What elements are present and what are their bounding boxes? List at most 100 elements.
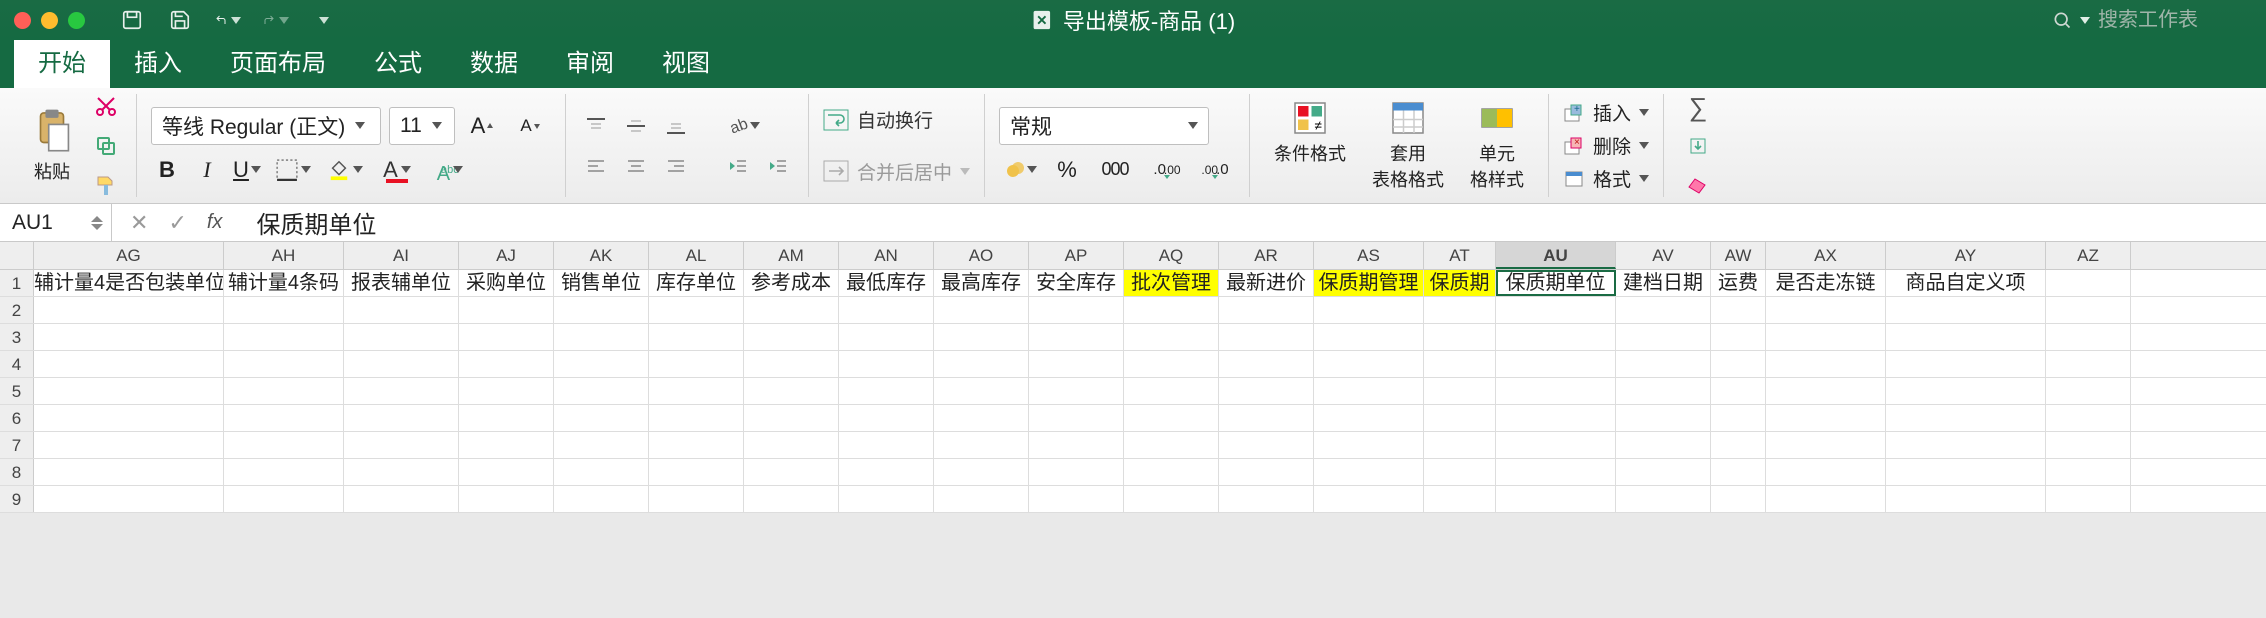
- cell-AS5[interactable]: [1314, 378, 1424, 404]
- cell-AP1[interactable]: 安全库存: [1029, 270, 1124, 296]
- row-header-2[interactable]: 2: [0, 297, 34, 323]
- cell-AH9[interactable]: [224, 486, 344, 512]
- cell-AM7[interactable]: [744, 432, 839, 458]
- cell-AU4[interactable]: [1496, 351, 1616, 377]
- column-header-AV[interactable]: AV: [1616, 242, 1711, 269]
- cell-AN1[interactable]: 最低库存: [839, 270, 934, 296]
- cell-AS1[interactable]: 保质期管理: [1314, 270, 1424, 296]
- cell-AK5[interactable]: [554, 378, 649, 404]
- number-format-selector[interactable]: 常规: [999, 107, 1209, 145]
- cell-AV7[interactable]: [1616, 432, 1711, 458]
- cell-AK4[interactable]: [554, 351, 649, 377]
- cell-AS3[interactable]: [1314, 324, 1424, 350]
- cell-AR3[interactable]: [1219, 324, 1314, 350]
- column-header-AN[interactable]: AN: [839, 242, 934, 269]
- search-sheet[interactable]: [2052, 9, 2248, 32]
- align-right-button[interactable]: [660, 151, 692, 181]
- cell-AY8[interactable]: [1886, 459, 2046, 485]
- column-header-AX[interactable]: AX: [1766, 242, 1886, 269]
- tab-data[interactable]: 数据: [446, 33, 542, 88]
- cell-AV4[interactable]: [1616, 351, 1711, 377]
- cell-AH2[interactable]: [224, 297, 344, 323]
- cell-AN4[interactable]: [839, 351, 934, 377]
- fill-color-button[interactable]: [323, 155, 367, 185]
- font-selector[interactable]: 等线 Regular (正文): [151, 107, 381, 145]
- select-all-corner[interactable]: [0, 242, 34, 269]
- clear-button[interactable]: [1682, 169, 1714, 199]
- cell-AQ6[interactable]: [1124, 405, 1219, 431]
- column-header-AQ[interactable]: AQ: [1124, 242, 1219, 269]
- column-header-AW[interactable]: AW: [1711, 242, 1766, 269]
- fullscreen-window-button[interactable]: [68, 12, 85, 29]
- cell-AG2[interactable]: [34, 297, 224, 323]
- conditional-format-button[interactable]: ≠ 条件格式: [1264, 100, 1356, 192]
- cell-AL3[interactable]: [649, 324, 744, 350]
- cell-AM2[interactable]: [744, 297, 839, 323]
- column-header-AM[interactable]: AM: [744, 242, 839, 269]
- cell-AL6[interactable]: [649, 405, 744, 431]
- cell-AY4[interactable]: [1886, 351, 2046, 377]
- cell-AI1[interactable]: 报表辅单位: [344, 270, 459, 296]
- cell-AX5[interactable]: [1766, 378, 1886, 404]
- cell-AP9[interactable]: [1029, 486, 1124, 512]
- cell-AV1[interactable]: 建档日期: [1616, 270, 1711, 296]
- cell-AU6[interactable]: [1496, 405, 1616, 431]
- column-header-AL[interactable]: AL: [649, 242, 744, 269]
- cell-AS9[interactable]: [1314, 486, 1424, 512]
- border-button[interactable]: [271, 155, 315, 185]
- save-icon[interactable]: [167, 7, 193, 33]
- cell-AG5[interactable]: [34, 378, 224, 404]
- column-header-AR[interactable]: AR: [1219, 242, 1314, 269]
- cell-AO5[interactable]: [934, 378, 1029, 404]
- row-header-4[interactable]: 4: [0, 351, 34, 377]
- cell-AG3[interactable]: [34, 324, 224, 350]
- fx-icon[interactable]: fx: [207, 211, 223, 234]
- cell-AV8[interactable]: [1616, 459, 1711, 485]
- cell-AN7[interactable]: [839, 432, 934, 458]
- cell-AI7[interactable]: [344, 432, 459, 458]
- cell-AM9[interactable]: [744, 486, 839, 512]
- cut-button[interactable]: [90, 91, 122, 121]
- copy-button[interactable]: [90, 131, 122, 161]
- cell-AW6[interactable]: [1711, 405, 1766, 431]
- tab-page-layout[interactable]: 页面布局: [206, 33, 350, 88]
- redo-icon[interactable]: [263, 7, 289, 33]
- cell-AU8[interactable]: [1496, 459, 1616, 485]
- cell-AY9[interactable]: [1886, 486, 2046, 512]
- cell-AP2[interactable]: [1029, 297, 1124, 323]
- phonetic-guide-button[interactable]: abcA: [427, 155, 477, 185]
- cell-AS2[interactable]: [1314, 297, 1424, 323]
- row-header-9[interactable]: 9: [0, 486, 34, 512]
- customize-qat-icon[interactable]: [311, 7, 337, 33]
- cell-AV2[interactable]: [1616, 297, 1711, 323]
- cell-AM4[interactable]: [744, 351, 839, 377]
- cell-AM1[interactable]: 参考成本: [744, 270, 839, 296]
- row-header-3[interactable]: 3: [0, 324, 34, 350]
- minimize-window-button[interactable]: [41, 12, 58, 29]
- cell-AX7[interactable]: [1766, 432, 1886, 458]
- align-center-button[interactable]: [620, 151, 652, 181]
- cell-AR8[interactable]: [1219, 459, 1314, 485]
- cell-AQ8[interactable]: [1124, 459, 1219, 485]
- cell-AQ7[interactable]: [1124, 432, 1219, 458]
- cell-AU3[interactable]: [1496, 324, 1616, 350]
- merge-center-button[interactable]: 合并后居中: [823, 158, 970, 185]
- tab-review[interactable]: 审阅: [542, 33, 638, 88]
- column-header-AT[interactable]: AT: [1424, 242, 1496, 269]
- cell-AT3[interactable]: [1424, 324, 1496, 350]
- cell-AO8[interactable]: [934, 459, 1029, 485]
- cell-AO1[interactable]: 最高库存: [934, 270, 1029, 296]
- cell-AL9[interactable]: [649, 486, 744, 512]
- cell-AK3[interactable]: [554, 324, 649, 350]
- cell-AJ9[interactable]: [459, 486, 554, 512]
- cell-AJ5[interactable]: [459, 378, 554, 404]
- cell-AY2[interactable]: [1886, 297, 2046, 323]
- cell-AN9[interactable]: [839, 486, 934, 512]
- cell-AQ4[interactable]: [1124, 351, 1219, 377]
- wrap-text-button[interactable]: 自动换行: [823, 106, 970, 133]
- insert-cells-button[interactable]: +插入: [1563, 99, 1649, 126]
- cell-AK9[interactable]: [554, 486, 649, 512]
- cell-AU9[interactable]: [1496, 486, 1616, 512]
- align-left-button[interactable]: [580, 151, 612, 181]
- cell-AK1[interactable]: 销售单位: [554, 270, 649, 296]
